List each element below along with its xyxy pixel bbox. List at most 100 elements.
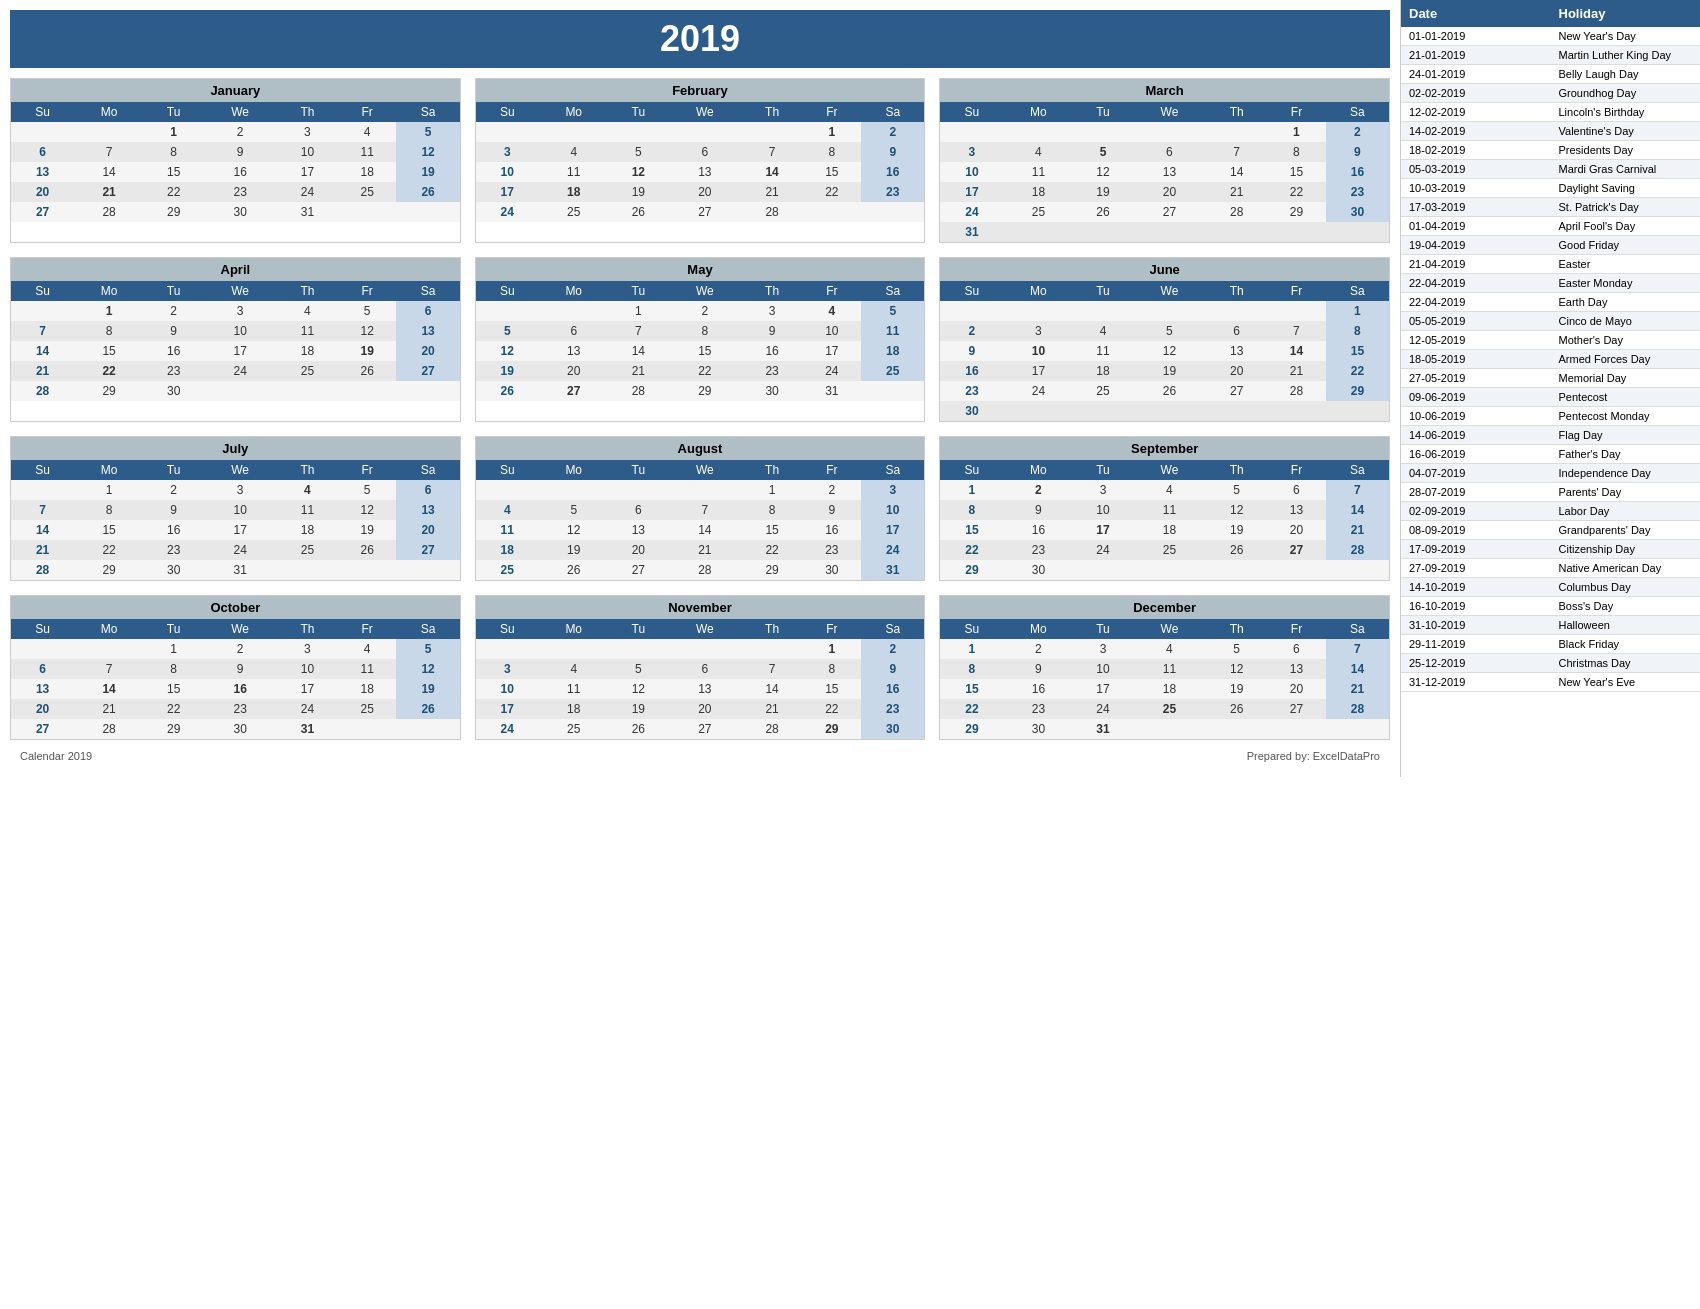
day-header-sa: Sa <box>396 460 459 480</box>
holiday-date: 18-02-2019 <box>1401 141 1551 159</box>
day-cell: 9 <box>1003 659 1073 679</box>
month-block-may: MaySuMoTuWeThFrSa12345567891011121314151… <box>475 257 926 422</box>
holiday-name: Good Friday <box>1551 236 1701 254</box>
day-header-th: Th <box>1206 281 1267 301</box>
holiday-date: 27-09-2019 <box>1401 559 1551 577</box>
day-header-mo: Mo <box>1003 619 1073 639</box>
day-cell: 2 <box>861 122 924 142</box>
day-cell: 25 <box>338 182 397 202</box>
day-cell: 7 <box>742 659 803 679</box>
day-cell: 20 <box>539 361 609 381</box>
day-cell: 6 <box>1133 142 1207 162</box>
holiday-name: Mardi Gras Carnival <box>1551 160 1701 178</box>
day-cell: 11 <box>338 659 397 679</box>
holiday-name: Daylight Saving <box>1551 179 1701 197</box>
day-cell <box>338 560 397 580</box>
day-cell: 21 <box>1267 361 1326 381</box>
holiday-row: 02-02-2019Groundhog Day <box>1401 84 1700 103</box>
holiday-date: 10-06-2019 <box>1401 407 1551 425</box>
holiday-row: 16-10-2019Boss's Day <box>1401 597 1700 616</box>
month-title-september: September <box>940 437 1389 460</box>
day-cell: 19 <box>396 162 459 182</box>
holiday-row: 10-06-2019Pentecost Monday <box>1401 407 1700 426</box>
holiday-name: Native American Day <box>1551 559 1701 577</box>
footer-bar: Calendar 2019 Prepared by: ExcelDataPro <box>10 745 1390 767</box>
day-cell: 24 <box>277 699 338 719</box>
day-cell: 17 <box>861 520 924 540</box>
day-cell: 31 <box>1073 719 1132 739</box>
day-cell <box>940 301 1003 321</box>
day-cell: 2 <box>1326 122 1389 142</box>
day-cell: 20 <box>668 699 742 719</box>
day-header-tu: Tu <box>1073 460 1132 480</box>
day-header-su: Su <box>940 619 1003 639</box>
day-cell: 31 <box>861 560 924 580</box>
holiday-date: 05-03-2019 <box>1401 160 1551 178</box>
day-header-th: Th <box>277 460 338 480</box>
day-cell: 10 <box>203 321 277 341</box>
day-cell: 29 <box>74 381 144 401</box>
holiday-date: 24-01-2019 <box>1401 65 1551 83</box>
months-grid: JanuarySuMoTuWeThFrSa1234567891011121314… <box>10 78 1390 740</box>
day-header-mo: Mo <box>539 460 609 480</box>
day-cell: 28 <box>74 719 144 739</box>
day-cell <box>1003 122 1073 142</box>
day-cell: 26 <box>1206 540 1267 560</box>
month-title-august: August <box>476 437 925 460</box>
day-cell: 12 <box>609 162 668 182</box>
holiday-row: 27-09-2019Native American Day <box>1401 559 1700 578</box>
day-cell: 23 <box>940 381 1003 401</box>
day-cell: 27 <box>1133 202 1207 222</box>
day-cell: 29 <box>940 560 1003 580</box>
day-cell: 19 <box>609 182 668 202</box>
day-header-su: Su <box>940 102 1003 122</box>
day-cell: 23 <box>1326 182 1389 202</box>
day-cell: 1 <box>1326 301 1389 321</box>
day-cell: 23 <box>203 699 277 719</box>
day-cell: 9 <box>742 321 803 341</box>
day-cell: 22 <box>1326 361 1389 381</box>
day-cell: 25 <box>277 540 338 560</box>
day-cell: 28 <box>742 719 803 739</box>
day-cell: 27 <box>1267 699 1326 719</box>
day-cell: 20 <box>11 699 74 719</box>
day-cell: 7 <box>74 142 144 162</box>
day-cell: 5 <box>539 500 609 520</box>
day-cell: 26 <box>476 381 539 401</box>
month-table-august: SuMoTuWeThFrSa12345678910111213141516171… <box>476 460 925 580</box>
holiday-row: 17-03-2019St. Patrick's Day <box>1401 198 1700 217</box>
day-cell: 8 <box>74 500 144 520</box>
day-cell: 16 <box>203 162 277 182</box>
holiday-date: 17-03-2019 <box>1401 198 1551 216</box>
month-table-may: SuMoTuWeThFrSa12345567891011121314151617… <box>476 281 925 401</box>
day-cell: 11 <box>277 321 338 341</box>
day-cell: 17 <box>277 162 338 182</box>
day-cell: 18 <box>539 699 609 719</box>
holiday-name: Citizenship Day <box>1551 540 1701 558</box>
month-title-may: May <box>476 258 925 281</box>
day-cell: 9 <box>144 321 203 341</box>
day-header-tu: Tu <box>609 102 668 122</box>
day-header-su: Su <box>940 460 1003 480</box>
day-cell: 19 <box>338 520 397 540</box>
holiday-row: 02-09-2019Labor Day <box>1401 502 1700 521</box>
day-cell: 27 <box>11 202 74 222</box>
day-cell: 16 <box>1003 520 1073 540</box>
month-title-november: November <box>476 596 925 619</box>
day-cell: 9 <box>803 500 862 520</box>
month-table-june: SuMoTuWeThFrSa12345678910111213141516171… <box>940 281 1389 421</box>
holiday-date: 10-03-2019 <box>1401 179 1551 197</box>
month-title-june: June <box>940 258 1389 281</box>
day-cell: 30 <box>1003 719 1073 739</box>
day-cell <box>1073 122 1132 142</box>
day-header-sa: Sa <box>861 102 924 122</box>
day-cell <box>1133 122 1207 142</box>
day-cell: 19 <box>1073 182 1132 202</box>
day-cell: 23 <box>803 540 862 560</box>
day-cell: 25 <box>1073 381 1132 401</box>
holiday-row: 12-02-2019Lincoln's Birthday <box>1401 103 1700 122</box>
holiday-name: Black Friday <box>1551 635 1701 653</box>
day-cell: 5 <box>1073 142 1132 162</box>
day-cell: 27 <box>1206 381 1267 401</box>
day-cell: 3 <box>742 301 803 321</box>
